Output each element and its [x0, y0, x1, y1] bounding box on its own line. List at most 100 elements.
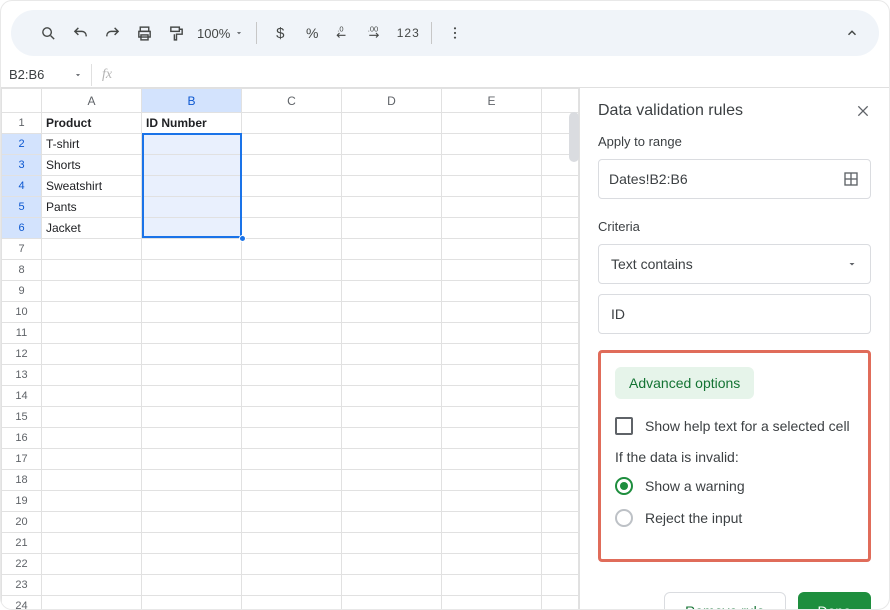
- cell[interactable]: [342, 302, 442, 323]
- row-header[interactable]: 18: [2, 470, 42, 491]
- cell[interactable]: [342, 134, 442, 155]
- cell[interactable]: [242, 533, 342, 554]
- cell[interactable]: [142, 533, 242, 554]
- cell[interactable]: [542, 449, 579, 470]
- close-icon[interactable]: [855, 103, 871, 119]
- cell[interactable]: [242, 344, 342, 365]
- search-icon[interactable]: [33, 18, 63, 48]
- cell[interactable]: [42, 323, 142, 344]
- col-header-B[interactable]: B: [142, 89, 242, 113]
- cell[interactable]: [42, 386, 142, 407]
- cell[interactable]: Jacket: [42, 218, 142, 239]
- cell[interactable]: [442, 470, 542, 491]
- cell[interactable]: [42, 260, 142, 281]
- cell[interactable]: [542, 470, 579, 491]
- cell[interactable]: [142, 449, 242, 470]
- cell[interactable]: [142, 197, 242, 218]
- row-header[interactable]: 11: [2, 323, 42, 344]
- cell[interactable]: [342, 449, 442, 470]
- cell[interactable]: [542, 575, 579, 596]
- row-header[interactable]: 17: [2, 449, 42, 470]
- cell[interactable]: [142, 302, 242, 323]
- cell[interactable]: [542, 428, 579, 449]
- cell[interactable]: [442, 512, 542, 533]
- cell[interactable]: [542, 197, 579, 218]
- cell[interactable]: [442, 407, 542, 428]
- cell[interactable]: [342, 428, 442, 449]
- row-header[interactable]: 16: [2, 428, 42, 449]
- increase-decimal-icon[interactable]: .00: [361, 18, 391, 48]
- cell[interactable]: [142, 155, 242, 176]
- cell[interactable]: [542, 218, 579, 239]
- criteria-text-input[interactable]: [598, 294, 871, 334]
- percent-icon[interactable]: %: [297, 18, 327, 48]
- cell[interactable]: [542, 323, 579, 344]
- radio-show-warning[interactable]: Show a warning: [615, 477, 854, 495]
- cell[interactable]: [142, 344, 242, 365]
- cell[interactable]: [442, 428, 542, 449]
- cell[interactable]: [542, 176, 579, 197]
- cell[interactable]: [142, 134, 242, 155]
- cell[interactable]: [242, 113, 342, 134]
- cell[interactable]: [442, 575, 542, 596]
- print-icon[interactable]: [129, 18, 159, 48]
- cell[interactable]: [242, 575, 342, 596]
- remove-rule-button[interactable]: Remove rule: [664, 592, 785, 609]
- cell[interactable]: [42, 239, 142, 260]
- row-header[interactable]: 14: [2, 386, 42, 407]
- cell[interactable]: [242, 134, 342, 155]
- cell[interactable]: [342, 407, 442, 428]
- cell[interactable]: [242, 197, 342, 218]
- cell[interactable]: [442, 365, 542, 386]
- vertical-scrollbar[interactable]: [569, 112, 579, 162]
- cell[interactable]: [242, 302, 342, 323]
- cell[interactable]: [342, 239, 442, 260]
- range-input[interactable]: Dates!B2:B6: [598, 159, 871, 199]
- cell[interactable]: [542, 302, 579, 323]
- cell[interactable]: [342, 176, 442, 197]
- cell[interactable]: [142, 365, 242, 386]
- cell[interactable]: [342, 281, 442, 302]
- row-header[interactable]: 24: [2, 596, 42, 610]
- cell[interactable]: [442, 302, 542, 323]
- row-header[interactable]: 9: [2, 281, 42, 302]
- cell[interactable]: [242, 428, 342, 449]
- zoom-dropdown[interactable]: 100%: [193, 26, 248, 41]
- cell[interactable]: [542, 365, 579, 386]
- cell[interactable]: [342, 470, 442, 491]
- cell[interactable]: [542, 512, 579, 533]
- cell[interactable]: [442, 218, 542, 239]
- col-header-D[interactable]: D: [342, 89, 442, 113]
- cell[interactable]: Shorts: [42, 155, 142, 176]
- cell[interactable]: [242, 365, 342, 386]
- cell[interactable]: [142, 239, 242, 260]
- cell[interactable]: [442, 344, 542, 365]
- cell[interactable]: [342, 512, 442, 533]
- cell[interactable]: [142, 323, 242, 344]
- cell[interactable]: [342, 113, 442, 134]
- cell[interactable]: [142, 491, 242, 512]
- cell[interactable]: [442, 386, 542, 407]
- cell[interactable]: [42, 596, 142, 610]
- cell[interactable]: [242, 407, 342, 428]
- show-help-text-checkbox[interactable]: Show help text for a selected cell: [615, 417, 854, 435]
- cell[interactable]: [342, 491, 442, 512]
- paint-format-icon[interactable]: [161, 18, 191, 48]
- row-header[interactable]: 20: [2, 512, 42, 533]
- cell[interactable]: [542, 344, 579, 365]
- row-header[interactable]: 5: [2, 197, 42, 218]
- cell[interactable]: [42, 344, 142, 365]
- cell[interactable]: ID Number: [142, 113, 242, 134]
- row-header[interactable]: 4: [2, 176, 42, 197]
- cell[interactable]: [342, 260, 442, 281]
- row-header[interactable]: 23: [2, 575, 42, 596]
- cell[interactable]: [42, 365, 142, 386]
- cell[interactable]: [142, 512, 242, 533]
- cell[interactable]: [42, 533, 142, 554]
- cell[interactable]: [242, 239, 342, 260]
- cell[interactable]: [242, 554, 342, 575]
- row-header[interactable]: 6: [2, 218, 42, 239]
- cell[interactable]: [142, 575, 242, 596]
- cell[interactable]: [142, 470, 242, 491]
- decrease-decimal-icon[interactable]: .0: [329, 18, 359, 48]
